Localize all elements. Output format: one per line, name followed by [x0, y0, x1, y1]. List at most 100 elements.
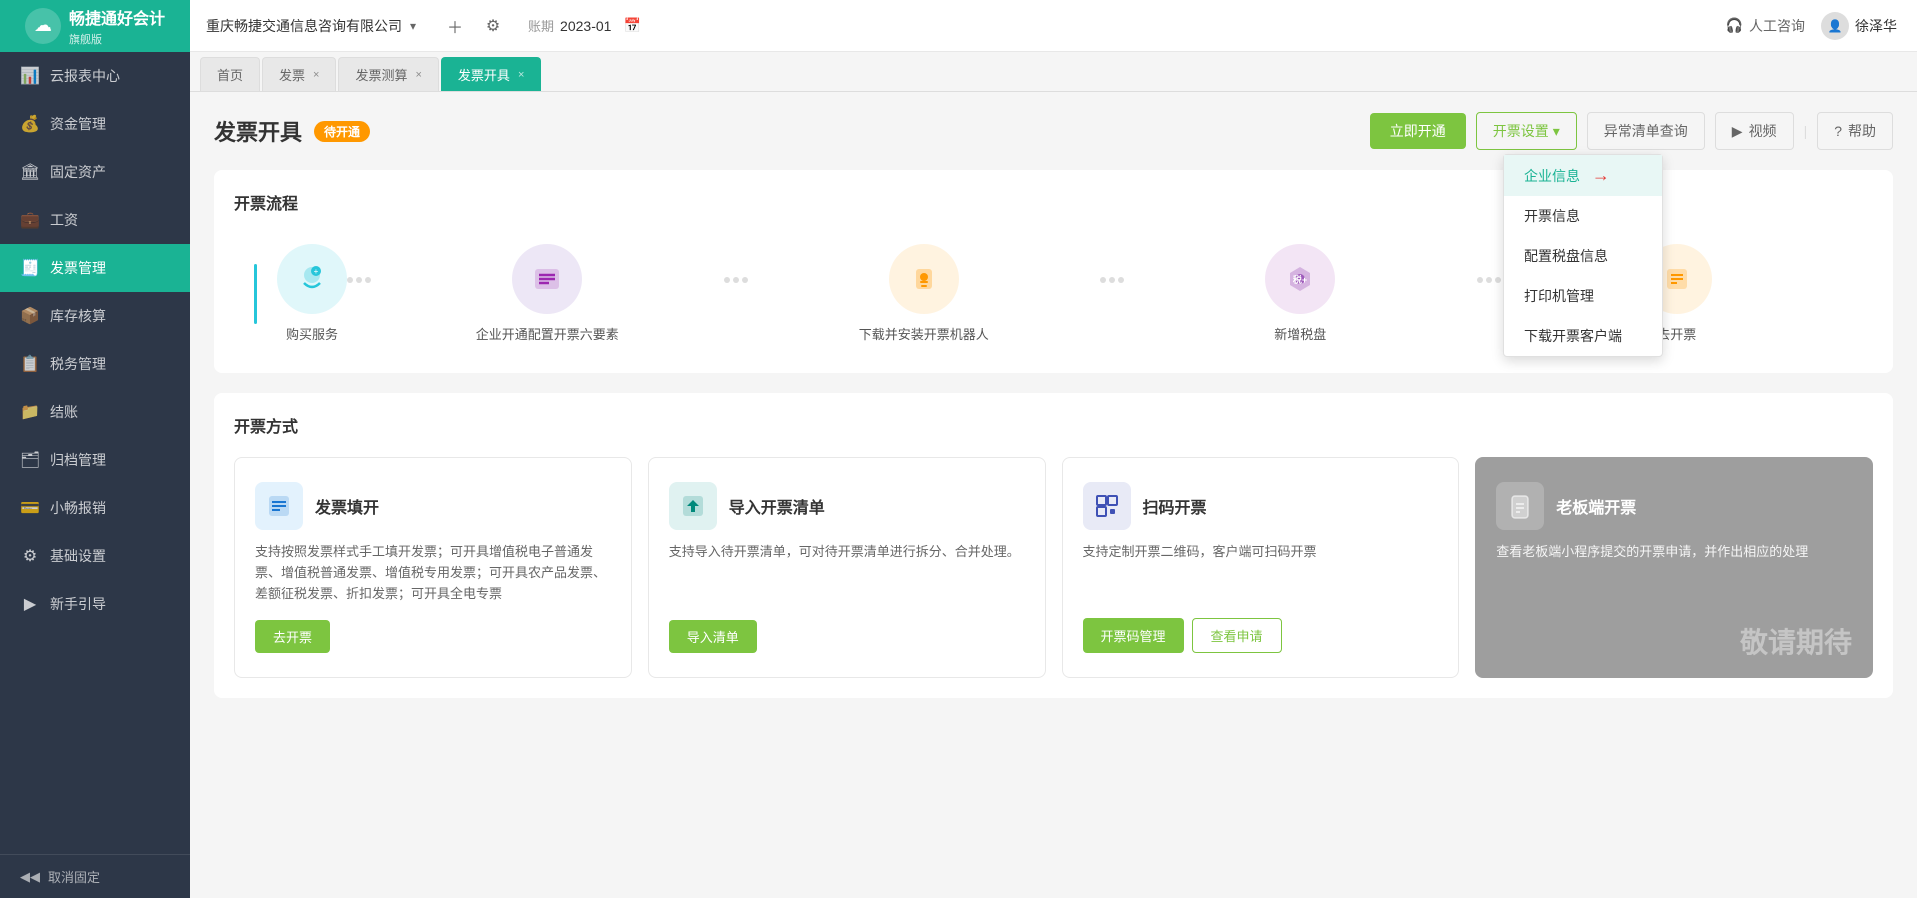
fund-icon: 💰	[20, 114, 40, 134]
sidebar-item-tax[interactable]: 📋 税务管理	[0, 340, 190, 388]
method-card-import: 导入开票清单 支持导入待开票清单，可对待开票清单进行拆分、合并处理。 导入清单	[648, 457, 1046, 678]
calendar-icon[interactable]: 📅	[617, 11, 647, 41]
tab-invoice-open-label: 发票开具	[458, 65, 510, 84]
page-content: 发票开具 待开通 立即开通 开票设置 ▾ 异常清单查询 ▶	[190, 92, 1917, 898]
cancel-pin-button[interactable]: ◀◀ 取消固定	[0, 855, 190, 898]
user-name: 徐泽华	[1855, 16, 1897, 36]
dropdown-item-tax-disk[interactable]: 配置税盘信息	[1504, 236, 1662, 276]
app-title: 畅捷通好会计	[69, 5, 165, 29]
period-label: 账期	[528, 16, 554, 35]
settings-icon: ⚙	[20, 546, 40, 566]
avatar: 👤	[1821, 12, 1849, 40]
video-label: 视频	[1749, 121, 1777, 141]
scan-icon	[1083, 482, 1131, 530]
divider: |	[1804, 123, 1808, 139]
user-button[interactable]: 👤 徐泽华	[1821, 12, 1897, 40]
fill-invoice-actions: 去开票	[255, 620, 611, 653]
sidebar-item-settle[interactable]: 📁 结账	[0, 388, 190, 436]
tab-home[interactable]: 首页	[200, 57, 260, 91]
sidebar-item-invoice-mgmt[interactable]: 🧾 发票管理	[0, 244, 190, 292]
boss-icon	[1496, 482, 1544, 530]
sidebar-item-expense[interactable]: 💳 小畅报销	[0, 484, 190, 532]
method-header-fill: 发票填开	[255, 482, 611, 530]
exception-btn[interactable]: 异常清单查询	[1587, 112, 1705, 150]
tab-invoice-close[interactable]: ×	[313, 69, 319, 81]
sidebar-item-fund[interactable]: 💰 资金管理	[0, 100, 190, 148]
inventory-icon: 📦	[20, 306, 40, 326]
cloud-report-icon: 📊	[20, 66, 40, 86]
view-apply-btn[interactable]: 查看申请	[1192, 618, 1282, 653]
add-button[interactable]: ＋	[440, 11, 470, 41]
dropdown-item-download-client[interactable]: 下载开票客户端	[1504, 316, 1662, 356]
sidebar-item-archive[interactable]: 🗂 归档管理	[0, 436, 190, 484]
help-label: 帮助	[1848, 121, 1876, 141]
sidebar-label-salary: 工资	[50, 210, 78, 230]
download-label: 下载并安装开票机器人	[859, 324, 989, 343]
download-icon	[889, 244, 959, 314]
qrcode-mgmt-btn[interactable]: 开票码管理	[1083, 618, 1184, 653]
tab-invoice-calc-label: 发票测算	[355, 65, 407, 84]
sidebar-label-expense: 小畅报销	[50, 498, 106, 518]
sidebar: 📊 云报表中心 💰 资金管理 🏛 固定资产 💼 工资 🧾 发票管理 📦 库存核算…	[0, 52, 190, 898]
service-button[interactable]: 🎧 人工咨询	[1726, 16, 1805, 36]
config-icon	[512, 244, 582, 314]
tab-invoice-open[interactable]: 发票开具 ×	[441, 57, 541, 91]
sidebar-item-guide[interactable]: ▶ 新手引导	[0, 580, 190, 628]
dropdown-item-printer[interactable]: 打印机管理	[1504, 276, 1662, 316]
status-badge: 待开通	[314, 121, 370, 142]
app-subtitle: 旗舰版	[69, 31, 165, 47]
settings-icon-btn[interactable]: ⚙	[478, 11, 508, 41]
cancel-pin-label: 取消固定	[48, 867, 100, 886]
play-icon: ▶	[1732, 123, 1743, 140]
company-name: 重庆畅捷交通信息咨询有限公司	[206, 16, 402, 36]
salary-icon: 💼	[20, 210, 40, 230]
fill-invoice-icon	[255, 482, 303, 530]
dropdown-menu: 企业信息 → 开票信息 配置税盘信息 打印机管理	[1503, 154, 1663, 357]
help-icon: ?	[1834, 123, 1842, 139]
step-dots-2	[724, 277, 748, 283]
dropdown-item-company-info[interactable]: 企业信息 →	[1504, 155, 1662, 196]
help-btn[interactable]: ? 帮助	[1817, 112, 1893, 150]
sidebar-item-salary[interactable]: 💼 工资	[0, 196, 190, 244]
settle-icon: 📁	[20, 402, 40, 422]
taxdisk-label: 新增税盘	[1274, 324, 1326, 343]
sidebar-label-fund: 资金管理	[50, 114, 106, 134]
tax-icon: 📋	[20, 354, 40, 374]
open-btn[interactable]: 立即开通	[1370, 113, 1466, 149]
invoice-mgmt-icon: 🧾	[20, 258, 40, 278]
video-btn[interactable]: ▶ 视频	[1715, 112, 1794, 150]
import-invoice-title: 导入开票清单	[729, 494, 825, 518]
go-invoice-btn[interactable]: 去开票	[255, 620, 330, 653]
chevron-icon: ▾	[1553, 123, 1560, 140]
tab-home-label: 首页	[217, 65, 243, 84]
sidebar-label-fixed-assets: 固定资产	[50, 162, 106, 182]
sidebar-item-fixed-assets[interactable]: 🏛 固定资产	[0, 148, 190, 196]
flow-step-taxdisk: 税+ 新增税盘	[1124, 244, 1477, 343]
page-actions: 立即开通 开票设置 ▾ 异常清单查询 ▶ 视频 |	[1370, 112, 1893, 150]
top-icons: ＋ ⚙	[432, 11, 516, 41]
settings-btn-label: 开票设置	[1493, 121, 1549, 141]
tab-invoice-open-close[interactable]: ×	[518, 69, 524, 81]
dropdown-item-invoice-info[interactable]: 开票信息	[1504, 196, 1662, 236]
tab-invoice[interactable]: 发票 ×	[262, 57, 336, 91]
period-area: 账期 2023-01 📅	[516, 11, 659, 41]
fill-invoice-title: 发票填开	[315, 494, 379, 518]
tab-invoice-calc-close[interactable]: ×	[415, 69, 421, 81]
method-section: 开票方式	[214, 393, 1893, 698]
dropdown-label-invoice-info: 开票信息	[1524, 208, 1580, 224]
sidebar-item-cloud-report[interactable]: 📊 云报表中心	[0, 52, 190, 100]
settings-btn[interactable]: 开票设置 ▾	[1476, 112, 1577, 150]
import-list-btn[interactable]: 导入清单	[669, 620, 757, 653]
tab-invoice-calc[interactable]: 发票测算 ×	[338, 57, 438, 91]
svg-text:税+: 税+	[1293, 274, 1307, 285]
buy-service-icon: +	[277, 244, 347, 314]
exception-btn-label: 异常清单查询	[1604, 121, 1688, 141]
sidebar-item-settings[interactable]: ⚙ 基础设置	[0, 532, 190, 580]
tab-invoice-label: 发票	[279, 65, 305, 84]
sidebar-item-inventory[interactable]: 📦 库存核算	[0, 292, 190, 340]
company-selector[interactable]: 重庆畅捷交通信息咨询有限公司 ▾	[190, 16, 432, 36]
red-arrow-icon: →	[1592, 165, 1610, 186]
scan-invoice-title: 扫码开票	[1143, 494, 1207, 518]
taxdisk-icon: 税+	[1265, 244, 1335, 314]
page-title-area: 发票开具 待开通	[214, 115, 370, 147]
